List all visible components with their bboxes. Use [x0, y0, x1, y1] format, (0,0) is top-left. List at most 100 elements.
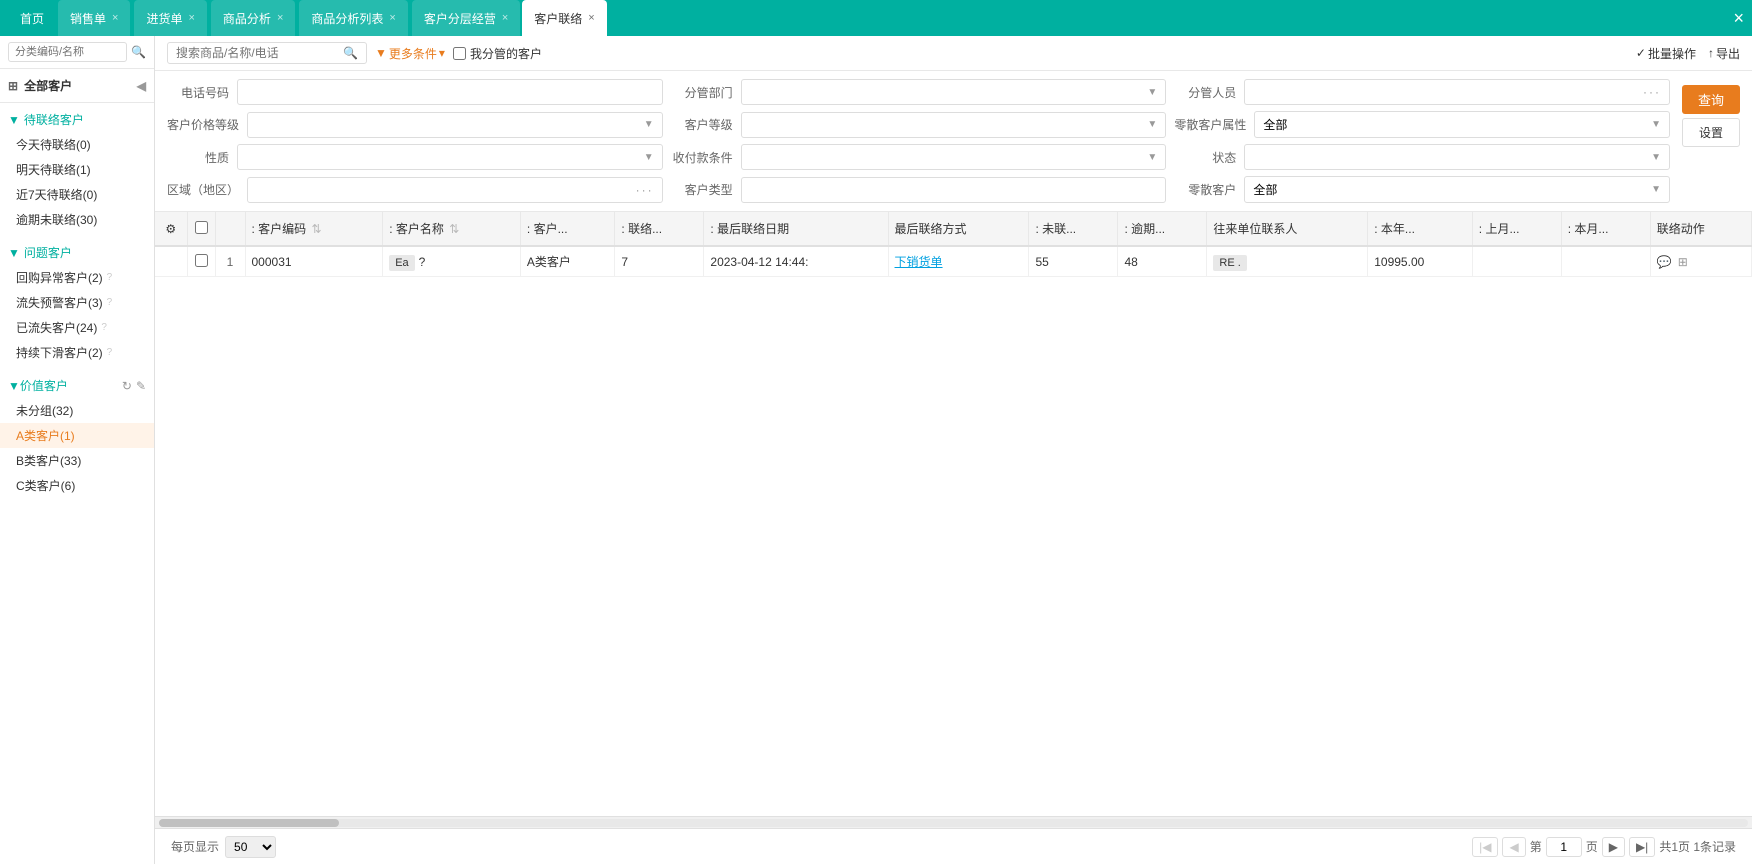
sidebar-item-7days-contact[interactable]: 近7天待联络(0): [0, 182, 154, 207]
price-grade-field: 客户价格等级 ▼: [167, 112, 663, 138]
sort-name-icon: ⇅: [449, 222, 459, 236]
sidebar-item-c-class[interactable]: C类客户(6): [0, 473, 154, 498]
col-contact[interactable]: : 联络...: [615, 212, 704, 246]
row-checkbox[interactable]: [195, 254, 208, 267]
select-all-checkbox[interactable]: [195, 221, 208, 234]
problem-customer-section: ▼ 问题客户 回购异常客户(2) ? 流失预警客户(3) ? 已流失客户(24)…: [0, 236, 154, 369]
sidebar-search-icon[interactable]: 🔍: [131, 45, 146, 59]
sidebar-all-customers-header[interactable]: ⊞ 全部客户 ◀: [0, 69, 154, 103]
tab-customer-contact[interactable]: 客户联络 ×: [522, 0, 606, 36]
grid-action-icon[interactable]: ⊞: [1678, 255, 1688, 269]
pending-contact-title[interactable]: ▼ 待联络客户: [0, 107, 154, 132]
customer-grade-select[interactable]: ▼: [741, 112, 1167, 138]
sidebar-item-tomorrow-contact[interactable]: 明天待联络(1): [0, 157, 154, 182]
scrollbar-track[interactable]: [159, 819, 1748, 827]
my-customer-check[interactable]: [453, 47, 466, 60]
tab-purchase[interactable]: 进货单 ×: [134, 0, 206, 36]
value-customer-title[interactable]: ▼ 价值客户 ↻ ✎: [0, 373, 154, 398]
sidebar-item-declining[interactable]: 持续下滑客户(2) ?: [0, 340, 154, 365]
sidebar-item-overdue-contact[interactable]: 逾期未联络(30): [0, 207, 154, 232]
cell-settings: [155, 246, 187, 277]
help-icon-churned: ?: [101, 322, 107, 333]
horizontal-scrollbar[interactable]: [155, 816, 1752, 828]
filter-row-2: 客户价格等级 ▼ 客户等级 ▼: [167, 111, 1670, 138]
last-page-button[interactable]: ▶|: [1629, 837, 1655, 857]
close-customer-contact-tab[interactable]: ×: [588, 12, 594, 24]
close-sales-tab[interactable]: ×: [112, 12, 118, 24]
next-page-button[interactable]: ▶: [1602, 837, 1625, 857]
close-purchase-tab[interactable]: ×: [188, 12, 194, 24]
problem-arrow-icon: ▼: [8, 246, 20, 260]
filter-down-icon: ▾: [439, 46, 445, 60]
query-button[interactable]: 查询: [1682, 85, 1740, 114]
close-product-analysis-tab[interactable]: ×: [277, 12, 283, 24]
close-all-button[interactable]: ×: [1733, 8, 1744, 29]
page-input[interactable]: [1546, 837, 1582, 857]
cell-type: A类客户: [520, 246, 615, 277]
dept-down-icon: ▼: [1147, 87, 1157, 98]
dept-select[interactable]: ▼: [741, 79, 1167, 105]
cell-checkbox[interactable]: [187, 246, 215, 277]
col-this-month[interactable]: : 本月...: [1561, 212, 1650, 246]
customer-type-input[interactable]: [741, 177, 1167, 203]
tab-product-analysis-list[interactable]: 商品分析列表 ×: [299, 0, 407, 36]
nature-select[interactable]: ▼: [237, 144, 663, 170]
pagination-bar: 每页显示 50 100 200 |◀ ◀ 第 页 ▶ ▶| 共1页 1条记录: [155, 828, 1752, 864]
col-type[interactable]: : 客户...: [520, 212, 615, 246]
col-checkbox[interactable]: [187, 212, 215, 246]
first-page-button[interactable]: |◀: [1472, 837, 1498, 857]
close-product-analysis-list-tab[interactable]: ×: [389, 12, 395, 24]
close-customer-segment-tab[interactable]: ×: [502, 12, 508, 24]
price-grade-select[interactable]: ▼: [247, 112, 663, 138]
tab-product-analysis[interactable]: 商品分析 ×: [211, 0, 295, 36]
col-last-method[interactable]: 最后联络方式: [888, 212, 1029, 246]
refresh-icon[interactable]: ↻: [122, 379, 132, 393]
last-method-link[interactable]: 下销货单: [895, 255, 943, 269]
cell-last-method[interactable]: 下销货单: [888, 246, 1029, 277]
tab-customer-segment[interactable]: 客户分层经营 ×: [412, 0, 520, 36]
person-select[interactable]: ···: [1244, 79, 1670, 105]
chat-icon[interactable]: 💬: [1657, 255, 1672, 269]
tab-home[interactable]: 首页: [8, 0, 56, 36]
sidebar-item-churn-warning[interactable]: 流失预警客户(3) ?: [0, 290, 154, 315]
payment-select[interactable]: ▼: [741, 144, 1167, 170]
problem-customer-title[interactable]: ▼ 问题客户: [0, 240, 154, 265]
sidebar-search-input[interactable]: [8, 42, 127, 62]
phone-input[interactable]: [237, 79, 663, 105]
retail-customer-select[interactable]: 全部 ▼: [1244, 176, 1670, 203]
sidebar-item-churned[interactable]: 已流失客户(24) ?: [0, 315, 154, 340]
sidebar: 🔍 ⊞ 全部客户 ◀ ▼ 待联络客户 今天待联络(0) 明天待联络(1) 近7天…: [0, 36, 155, 864]
col-settings[interactable]: ⚙: [155, 212, 187, 246]
sidebar-item-b-class[interactable]: B类客户(33): [0, 448, 154, 473]
retail-customer-down-icon: ▼: [1651, 184, 1661, 195]
col-unit-contact[interactable]: 往来单位联系人: [1207, 212, 1368, 246]
batch-operation-button[interactable]: ✓ 批量操作: [1636, 45, 1696, 62]
scrollbar-thumb[interactable]: [159, 819, 339, 827]
col-last-date[interactable]: : 最后联络日期: [704, 212, 888, 246]
col-code[interactable]: : 客户编码 ⇅: [245, 212, 383, 246]
export-button[interactable]: ↑ 导出: [1708, 45, 1740, 62]
per-page-select[interactable]: 50 100 200: [225, 836, 276, 858]
sidebar-item-repurchase-abnormal[interactable]: 回购异常客户(2) ?: [0, 265, 154, 290]
col-no-contact[interactable]: : 未联...: [1029, 212, 1118, 246]
region-select[interactable]: ···: [247, 177, 663, 203]
status-select[interactable]: ▼: [1244, 144, 1670, 170]
edit-icon[interactable]: ✎: [136, 379, 146, 393]
sidebar-collapse-button[interactable]: ◀: [137, 79, 146, 93]
more-filter-button[interactable]: ▼ 更多条件 ▾: [375, 45, 445, 62]
main-search-input[interactable]: [176, 46, 339, 60]
retail-attr-select[interactable]: 全部 ▼: [1254, 111, 1670, 138]
sidebar-item-today-contact[interactable]: 今天待联络(0): [0, 132, 154, 157]
col-this-year[interactable]: : 本年...: [1368, 212, 1473, 246]
col-overdue[interactable]: : 逾期...: [1118, 212, 1207, 246]
sidebar-item-a-class[interactable]: A类客户(1): [0, 423, 154, 448]
col-name[interactable]: : 客户名称 ⇅: [383, 212, 521, 246]
tab-sales[interactable]: 销售单 ×: [58, 0, 130, 36]
settings-button[interactable]: 设置: [1682, 118, 1740, 147]
cell-actions: 💬 ⊞: [1650, 246, 1751, 277]
my-customer-checkbox[interactable]: 我分管的客户: [453, 45, 542, 62]
sidebar-item-unclassified[interactable]: 未分组(32): [0, 398, 154, 423]
col-last-month[interactable]: : 上月...: [1472, 212, 1561, 246]
prev-page-button[interactable]: ◀: [1502, 837, 1525, 857]
main-search-icon[interactable]: 🔍: [343, 46, 358, 60]
